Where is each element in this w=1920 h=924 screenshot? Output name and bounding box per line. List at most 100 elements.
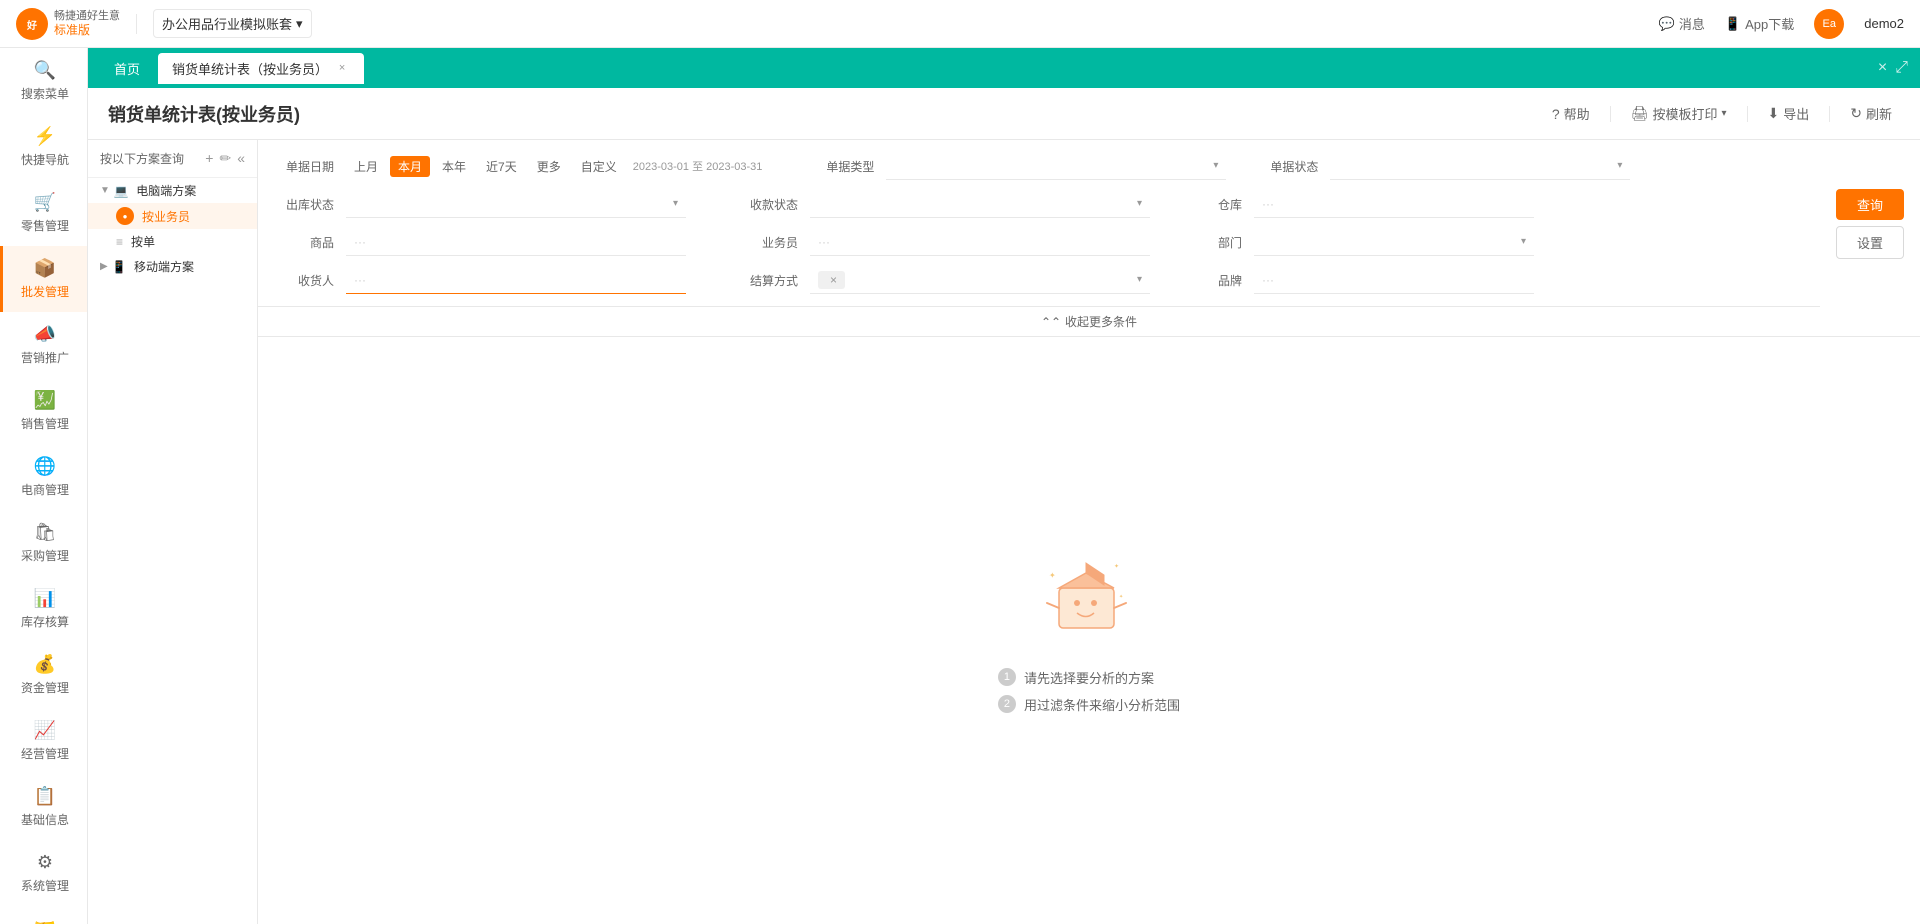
tree-salesperson-item[interactable]: ● 按业务员: [88, 203, 257, 229]
sidebar-item-retail[interactable]: 🛒 零售管理: [0, 180, 87, 246]
pc-group-label: 💻 电脑端方案: [114, 182, 196, 199]
add-scheme-button[interactable]: +: [205, 150, 213, 167]
filter-area: 单据日期 上月 本月 本年 近7天 更多 自定义 2023-03-01 至 20…: [258, 140, 1820, 307]
print-button[interactable]: 🖨 按模板打印 ▾: [1623, 100, 1735, 127]
svg-text:好: 好: [26, 19, 37, 32]
tab-expand-icon[interactable]: ⤢: [1895, 59, 1908, 77]
app-download-action[interactable]: 📱 App下载: [1725, 14, 1794, 33]
search-icon: 🔍: [34, 60, 56, 81]
lightning-icon: ⚡: [34, 126, 56, 147]
salesperson-select[interactable]: ···: [810, 228, 1150, 256]
query-button[interactable]: 查询: [1836, 189, 1904, 220]
doc-status-chevron-icon: ▾: [1617, 160, 1622, 171]
department-label: 部门: [1182, 234, 1242, 251]
tab-bar: 首页 销货单统计表（按业务员） × × ⤢: [88, 48, 1920, 88]
mobile-group-label: 📱 移动端方案: [112, 258, 194, 275]
sidebar-item-inventory[interactable]: 📊 库存核算: [0, 576, 87, 642]
app-selector[interactable]: 办公用品行业模拟账套 ▾: [153, 9, 312, 38]
collapse-panel-button[interactable]: «: [237, 150, 245, 167]
order-icon: ≡: [116, 235, 123, 249]
settlement-remove-icon[interactable]: ×: [830, 273, 837, 287]
settlement-select[interactable]: × ▾: [810, 266, 1150, 294]
empty-step-1: 1 请先选择要分析的方案: [998, 668, 1154, 687]
sidebar-item-ecommerce[interactable]: 🌐 电商管理: [0, 444, 87, 510]
divider: [1610, 106, 1611, 122]
brand-select[interactable]: ···: [1254, 266, 1534, 294]
sidebar-item-purchase[interactable]: 🛍 采购管理: [0, 510, 87, 576]
page-title: 销货单统计表(按业务员): [108, 101, 300, 127]
help-icon: ?: [1552, 106, 1560, 122]
logo-text: 畅捷通好生意 标准版: [54, 9, 120, 39]
step-num-1: 1: [998, 668, 1016, 686]
date-range-display: 2023-03-01 至 2023-03-31: [633, 158, 763, 174]
sidebar-item-marketing[interactable]: 📣 营销推广: [0, 312, 87, 378]
username-label[interactable]: demo2: [1864, 16, 1904, 31]
tab-bar-actions: × ⤢: [1878, 59, 1908, 77]
mobile-expand-icon: ▶: [100, 261, 108, 272]
custom-btn[interactable]: 自定义: [573, 156, 625, 177]
doc-type-select[interactable]: ▾: [886, 152, 1226, 180]
tab-close-all-icon[interactable]: ×: [1878, 59, 1887, 77]
divider2: [1747, 106, 1748, 122]
divider3: [1829, 106, 1830, 122]
more-btn[interactable]: 更多: [529, 156, 569, 177]
last-month-btn[interactable]: 上月: [346, 156, 386, 177]
outbound-select[interactable]: ▾: [346, 190, 686, 218]
this-year-btn[interactable]: 本年: [434, 156, 474, 177]
left-panel-header: 按以下方案查询 + ✏ «: [88, 140, 257, 178]
logo-area: 好 畅捷通好生意 标准版: [16, 8, 120, 40]
doc-status-select[interactable]: ▾: [1330, 152, 1630, 180]
empty-illustration: ✦ ✦ ✦: [1039, 548, 1139, 648]
filter-row-2: 出库状态 ▾ 收款状态 ▾ 仓库: [274, 190, 1710, 218]
sidebar-item-system[interactable]: ⚙ 系统管理: [0, 840, 87, 906]
department-select[interactable]: ▾: [1254, 228, 1534, 256]
sidebar-item-enterprise[interactable]: 🤝 企业协同: [0, 906, 87, 924]
avatar[interactable]: Ea: [1814, 9, 1844, 39]
payment-label: 收款状态: [738, 196, 798, 213]
message-action[interactable]: 💬 消息: [1659, 14, 1705, 33]
sidebar-item-finance[interactable]: 💰 资金管理: [0, 642, 87, 708]
sidebar-item-operations[interactable]: 📈 经营管理: [0, 708, 87, 774]
refresh-button[interactable]: ↻ 刷新: [1842, 100, 1900, 127]
outbound-label: 出库状态: [274, 196, 334, 213]
header-left: 好 畅捷通好生意 标准版 办公用品行业模拟账套 ▾: [16, 8, 312, 40]
export-button[interactable]: ⬇ 导出: [1760, 100, 1818, 127]
product-label: 商品: [274, 234, 334, 251]
tree-order-item[interactable]: ≡ 按单: [88, 229, 257, 254]
empty-state: ✦ ✦ ✦ 1 请先选择要分析的方案: [258, 337, 1920, 924]
megaphone-icon: 📣: [34, 324, 56, 345]
tab-sales-report[interactable]: 销货单统计表（按业务员） ×: [158, 53, 364, 84]
settlement-chevron-icon: ▾: [1137, 274, 1142, 285]
receiver-select[interactable]: ···: [346, 266, 686, 294]
edit-scheme-button[interactable]: ✏: [219, 150, 231, 167]
cart-icon: 🛒: [34, 192, 56, 213]
tree-mobile-group[interactable]: ▶ 📱 移动端方案: [88, 254, 257, 279]
sidebar-item-wholesale[interactable]: 📦 批发管理: [0, 246, 87, 312]
main-body: 按以下方案查询 + ✏ « ▼ 💻 电脑端方案: [88, 140, 1920, 924]
print-chevron-icon: ▾: [1721, 108, 1726, 119]
svg-text:✦: ✦: [1114, 563, 1119, 570]
sidebar-item-sales[interactable]: 💹 销售管理: [0, 378, 87, 444]
tab-close-icon[interactable]: ×: [334, 60, 350, 76]
warehouse-select[interactable]: ···: [1254, 190, 1534, 218]
left-panel-actions: + ✏ «: [205, 150, 245, 167]
tree-pc-group[interactable]: ▼ 💻 电脑端方案: [88, 178, 257, 203]
download-icon: 📱: [1725, 16, 1741, 32]
collapse-bar[interactable]: ⌃⌃ 收起更多条件: [258, 307, 1920, 337]
sidebar-item-search-menu[interactable]: 🔍 搜索菜单: [0, 48, 87, 114]
last7-btn[interactable]: 近7天: [478, 156, 525, 177]
sidebar-item-quick-nav[interactable]: ⚡ 快捷导航: [0, 114, 87, 180]
payment-select[interactable]: ▾: [810, 190, 1150, 218]
filter-row-4: 收货人 ··· 结算方式 × ▾: [274, 266, 1710, 294]
this-month-btn[interactable]: 本月: [390, 156, 430, 177]
money-icon: 💰: [34, 654, 56, 675]
svg-text:✦: ✦: [1119, 594, 1123, 600]
query-buttons-panel: 查询 设置: [1836, 189, 1904, 259]
step-num-2: 2: [998, 695, 1016, 713]
sidebar-item-basic-info[interactable]: 📋 基础信息: [0, 774, 87, 840]
help-button[interactable]: ? 帮助: [1544, 100, 1598, 127]
logo-icon: 好: [16, 8, 48, 40]
reset-button[interactable]: 设置: [1836, 226, 1904, 259]
product-select[interactable]: ···: [346, 228, 686, 256]
tab-home[interactable]: 首页: [100, 53, 154, 84]
